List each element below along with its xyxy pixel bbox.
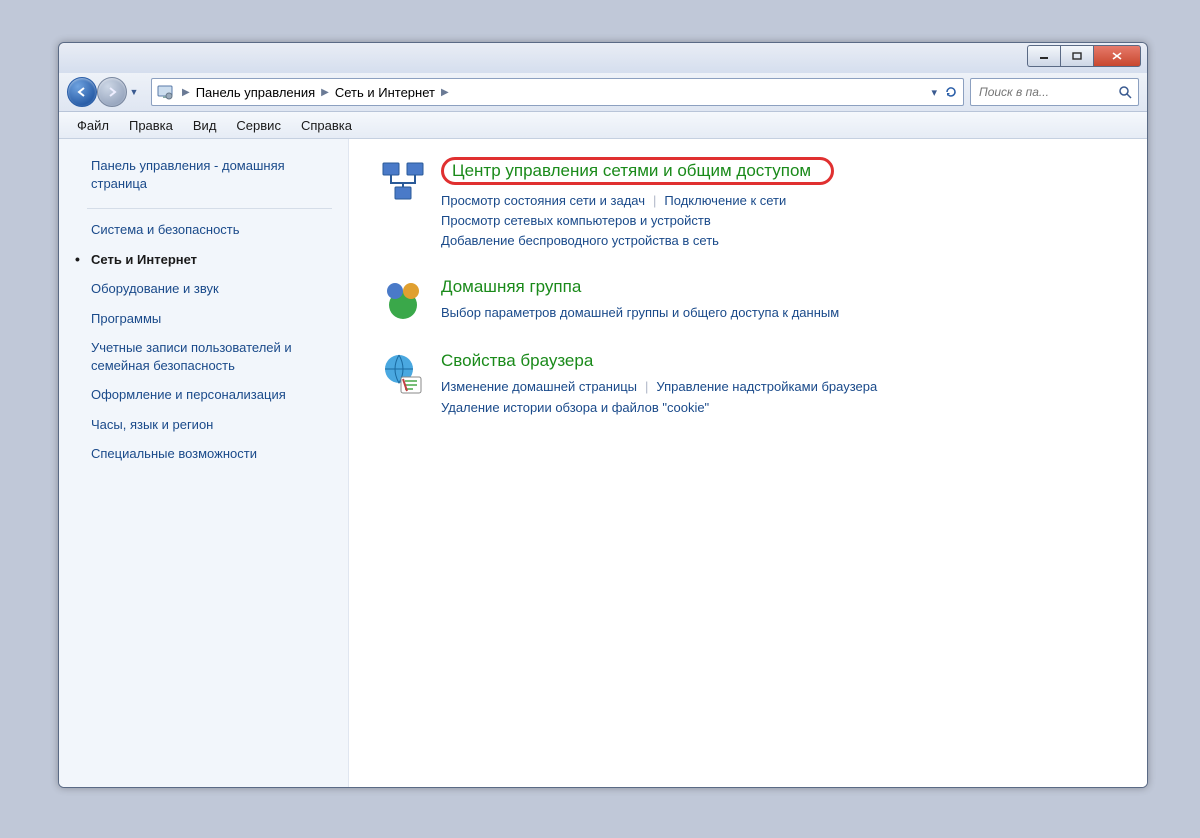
sidebar-item[interactable]: Учетные записи пользователей и семейная … — [69, 333, 344, 380]
task-link[interactable]: Добавление беспроводного устройства в се… — [441, 233, 719, 248]
dropdown-icon[interactable]: ▾ — [931, 86, 937, 99]
category-row: Центр управления сетями и общим доступом… — [379, 157, 1117, 251]
minimize-button[interactable] — [1027, 45, 1060, 67]
chevron-right-icon[interactable]: ▶ — [319, 87, 331, 98]
chevron-right-icon[interactable]: ▶ — [180, 87, 192, 98]
sidebar-item[interactable]: Система и безопасность — [69, 215, 344, 245]
sidebar-item[interactable]: Программы — [69, 304, 344, 334]
sidebar-item[interactable]: Оборудование и звук — [69, 274, 344, 304]
separator: | — [653, 193, 656, 208]
category-title-link[interactable]: Домашняя группа — [441, 277, 581, 297]
menu-bar: Файл Правка Вид Сервис Справка — [59, 112, 1147, 139]
divider — [87, 208, 332, 209]
homegroup-icon — [379, 277, 427, 325]
maximize-button[interactable] — [1060, 45, 1093, 67]
forward-button[interactable] — [97, 77, 127, 107]
refresh-icon[interactable] — [943, 84, 959, 100]
chevron-right-icon[interactable]: ▶ — [439, 87, 451, 98]
content-area: Центр управления сетями и общим доступом… — [349, 139, 1147, 788]
sidebar-home-link[interactable]: Панель управления - домашняя страница — [69, 153, 344, 204]
sidebar: Панель управления - домашняя страница Си… — [59, 139, 349, 788]
menu-file[interactable]: Файл — [67, 116, 119, 135]
task-link[interactable]: Управление надстройками браузера — [656, 379, 877, 394]
category-title-link[interactable]: Центр управления сетями и общим доступом — [441, 157, 834, 185]
category-title-link[interactable]: Свойства браузера — [441, 351, 593, 371]
titlebar[interactable] — [59, 43, 1147, 73]
sidebar-item[interactable]: Оформление и персонализация — [69, 380, 344, 410]
task-link[interactable]: Выбор параметров домашней группы и общег… — [441, 305, 839, 320]
breadcrumb-item[interactable]: Сеть и Интернет — [331, 85, 439, 100]
separator: | — [645, 379, 648, 394]
search-icon[interactable] — [1118, 85, 1132, 99]
task-link[interactable]: Подключение к сети — [664, 193, 786, 208]
task-link[interactable]: Удаление истории обзора и файлов "cookie… — [441, 400, 709, 415]
search-box[interactable] — [970, 78, 1139, 106]
menu-edit[interactable]: Правка — [119, 116, 183, 135]
close-button[interactable] — [1093, 45, 1141, 67]
control-panel-window: ▼ ▶ Панель управления ▶ Сеть и Интернет … — [58, 42, 1148, 788]
sidebar-item[interactable]: Сеть и Интернет — [69, 245, 344, 275]
network-icon — [379, 157, 427, 205]
control-panel-icon — [156, 83, 174, 101]
task-link[interactable]: Просмотр состояния сети и задач — [441, 193, 645, 208]
category-row: Домашняя группа Выбор параметров домашней… — [379, 277, 1117, 325]
browser-icon — [379, 351, 427, 399]
navigation-bar: ▼ ▶ Панель управления ▶ Сеть и Интернет … — [59, 73, 1147, 112]
sidebar-item[interactable]: Часы, язык и регион — [69, 410, 344, 440]
menu-tools[interactable]: Сервис — [226, 116, 291, 135]
task-link[interactable]: Изменение домашней страницы — [441, 379, 637, 394]
search-input[interactable] — [977, 84, 1118, 100]
back-button[interactable] — [67, 77, 97, 107]
task-link[interactable]: Просмотр сетевых компьютеров и устройств — [441, 213, 711, 228]
category-row: Свойства браузера Изменение домашней стра… — [379, 351, 1117, 417]
history-dropdown[interactable]: ▼ — [127, 78, 141, 106]
menu-help[interactable]: Справка — [291, 116, 362, 135]
sidebar-item[interactable]: Специальные возможности — [69, 439, 344, 469]
breadcrumb-item[interactable]: Панель управления — [192, 85, 319, 100]
address-bar[interactable]: ▶ Панель управления ▶ Сеть и Интернет ▶ … — [151, 78, 964, 106]
menu-view[interactable]: Вид — [183, 116, 227, 135]
